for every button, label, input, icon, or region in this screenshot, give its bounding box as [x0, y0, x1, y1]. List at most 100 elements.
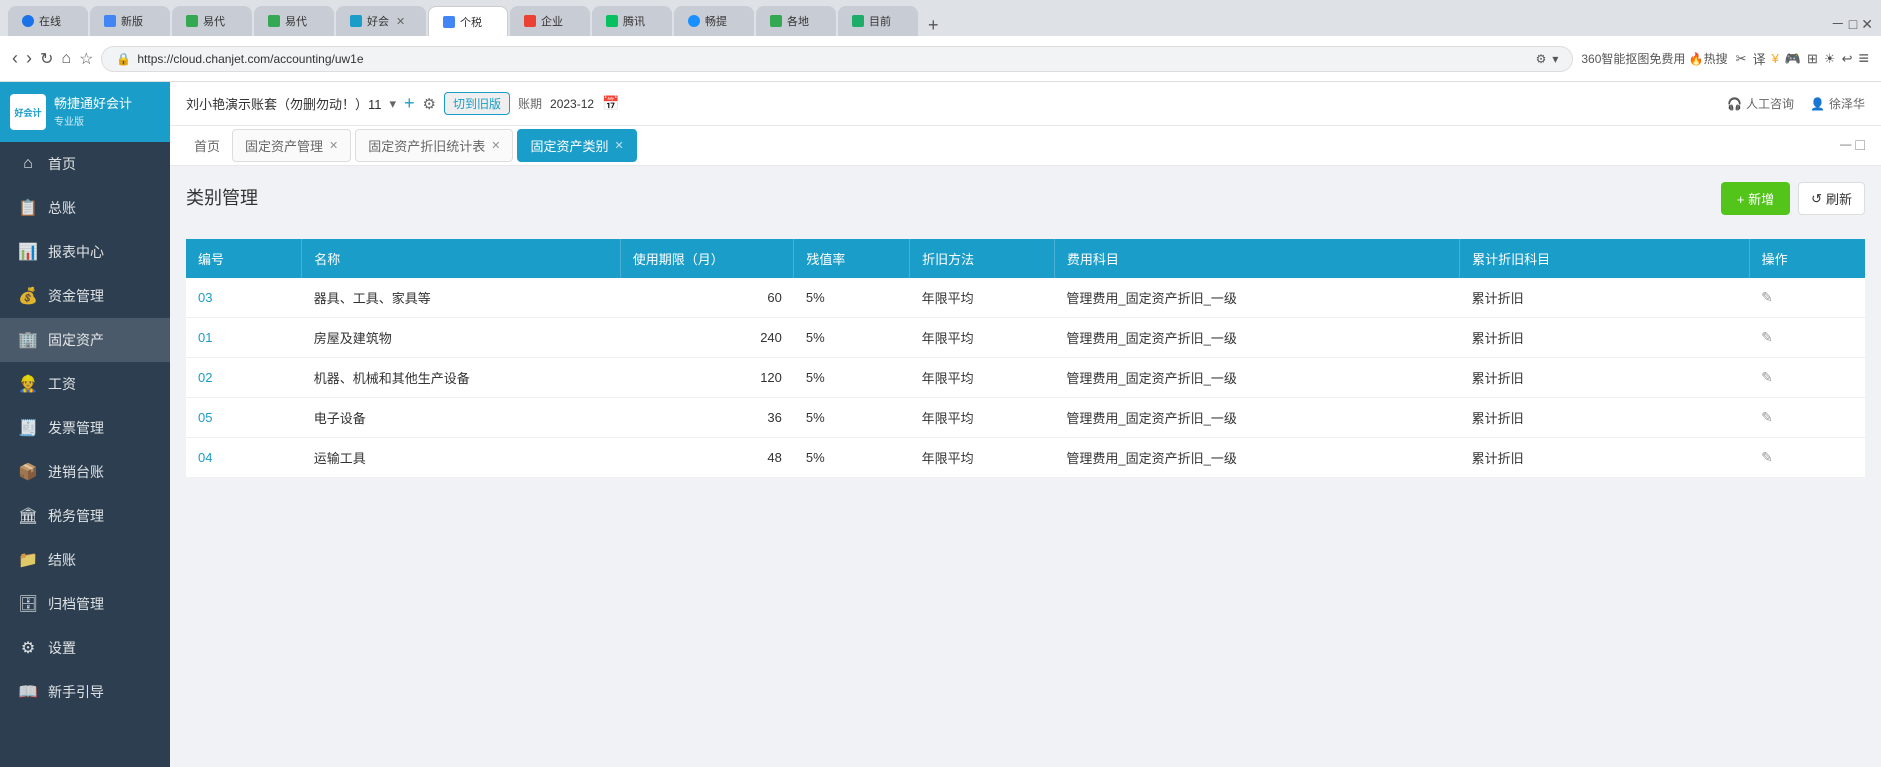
sidebar-item-archive[interactable]: 🗄 归档管理 — [0, 582, 170, 626]
browser-tab-changti[interactable]: 畅提 — [674, 6, 754, 36]
invoice-icon: 🧾 — [18, 418, 38, 438]
cell-rate: 5% — [794, 398, 910, 438]
address-input[interactable] — [137, 52, 1529, 66]
cell-method: 年限平均 — [910, 398, 1055, 438]
nav-back[interactable]: ‹ — [12, 48, 18, 69]
sidebar-item-general[interactable]: 📋 总账 — [0, 186, 170, 230]
browser-tab-qiye[interactable]: 企业 — [510, 6, 590, 36]
edit-btn-2[interactable]: ✎ — [1761, 369, 1773, 385]
tab-close-management[interactable]: ✕ — [329, 139, 338, 152]
browser-tab-haohui[interactable]: 好会 ✕ — [336, 6, 426, 36]
edit-btn-0[interactable]: ✎ — [1761, 289, 1773, 305]
wallet-icon[interactable]: ¥ — [1772, 51, 1779, 66]
window-close[interactable]: ✕ — [1861, 16, 1873, 33]
grid-icon[interactable]: ⊞ — [1807, 51, 1818, 67]
window-minimize[interactable]: － — [1831, 14, 1845, 34]
chart-icon: 📊 — [18, 242, 38, 262]
support-btn[interactable]: 🎧 人工咨询 — [1727, 95, 1794, 112]
browser-tab-mianqian[interactable]: 目前 — [838, 6, 918, 36]
secure-icon: 🔒 — [116, 52, 131, 66]
tab-close-category[interactable]: ✕ — [615, 139, 624, 152]
nav-bookmark[interactable]: ☆ — [79, 49, 93, 69]
cell-method: 年限平均 — [910, 278, 1055, 318]
col-header-action: 操作 — [1749, 239, 1865, 278]
site-info-icon[interactable]: ⚙ — [1536, 52, 1547, 66]
translate-icon[interactable]: 译 — [1753, 49, 1766, 68]
brightness-icon[interactable]: ☀ — [1824, 51, 1836, 67]
edit-btn-1[interactable]: ✎ — [1761, 329, 1773, 345]
cell-accum: 累计折旧 — [1460, 318, 1749, 358]
nav-home[interactable]: ⌂ — [61, 50, 71, 68]
browser-tab-gedi[interactable]: 各地 — [756, 6, 836, 36]
add-account-btn[interactable]: + — [404, 93, 415, 114]
browser-tab-yidai2[interactable]: 易代 — [254, 6, 334, 36]
browser-tab-zaixin[interactable]: 在线 — [8, 6, 88, 36]
nav-forward[interactable]: › — [26, 48, 32, 69]
cell-method: 年限平均 — [910, 318, 1055, 358]
sidebar-item-settings[interactable]: ⚙ 设置 — [0, 626, 170, 670]
maximize-panel-btn[interactable]: □ — [1855, 137, 1865, 155]
add-category-btn[interactable]: + 新增 — [1721, 182, 1790, 215]
col-header-name: 名称 — [302, 239, 620, 278]
browser-tab-tengxun[interactable]: 腾讯 — [592, 6, 672, 36]
user-info[interactable]: 👤 徐泽华 — [1810, 95, 1865, 112]
expand-icon[interactable]: ▾ — [1552, 52, 1558, 66]
tab-fixed-asset-management[interactable]: 固定资产管理 ✕ — [232, 129, 351, 162]
menu-icon[interactable]: ≡ — [1858, 48, 1869, 69]
edit-btn-3[interactable]: ✎ — [1761, 409, 1773, 425]
sidebar-item-closing[interactable]: 📁 结账 — [0, 538, 170, 582]
undo-icon[interactable]: ↩ — [1842, 51, 1853, 67]
cell-action: ✎ — [1749, 358, 1865, 398]
sidebar-item-label-general: 总账 — [48, 198, 76, 218]
calendar-icon[interactable]: 📅 — [602, 95, 619, 112]
browser-tab-geshu[interactable]: 个税 — [428, 6, 508, 36]
edit-btn-4[interactable]: ✎ — [1761, 449, 1773, 465]
tab-close-haohui[interactable]: ✕ — [396, 15, 405, 28]
minimize-panel-btn[interactable]: ─ — [1840, 137, 1851, 155]
dropdown-icon[interactable]: ▾ — [390, 96, 397, 112]
refresh-btn[interactable]: ↺ 刷新 — [1798, 182, 1865, 215]
sidebar: 好会计 畅捷通好会计 专业版 ⌂ 首页 📋 总账 📊 报表中心 💰 资金管理 🏢… — [0, 82, 170, 767]
sidebar-item-home[interactable]: ⌂ 首页 — [0, 142, 170, 186]
browser-tab-yidai1[interactable]: 易代 — [172, 6, 252, 36]
tab-fixed-asset-stats[interactable]: 固定资产折旧统计表 ✕ — [355, 129, 513, 162]
col-header-code: 编号 — [186, 239, 302, 278]
stock-icon: 📦 — [18, 462, 38, 482]
tab-close-stats[interactable]: ✕ — [491, 139, 500, 152]
game-icon[interactable]: 🎮 — [1785, 51, 1801, 67]
payroll-icon: 👷 — [18, 374, 38, 394]
table-row: 01 房屋及建筑物 240 5% 年限平均 管理费用_固定资产折旧_一级 累计折… — [186, 318, 1865, 358]
logo-text: 畅捷通好会计 — [54, 96, 132, 113]
cell-expense: 管理费用_固定资产折旧_一级 — [1054, 438, 1459, 478]
cell-code: 02 — [186, 358, 302, 398]
sidebar-item-guide[interactable]: 📖 新手引导 — [0, 670, 170, 714]
sidebar-item-invoice[interactable]: 🧾 发票管理 — [0, 406, 170, 450]
new-tab-button[interactable]: + — [920, 15, 947, 36]
sidebar-item-report[interactable]: 📊 报表中心 — [0, 230, 170, 274]
browser-tab-xinban[interactable]: 新版 — [90, 6, 170, 36]
sidebar-item-stock[interactable]: 📦 进销台账 — [0, 450, 170, 494]
sidebar-item-label-asset: 固定资产 — [48, 330, 104, 350]
period-label: 账期 — [518, 95, 542, 112]
username: 徐泽华 — [1829, 95, 1865, 112]
settings-account-btn[interactable]: ⚙ — [423, 95, 436, 113]
cut-icon[interactable]: ✂ — [1736, 51, 1747, 67]
col-header-expense: 费用科目 — [1054, 239, 1459, 278]
switch-version-btn[interactable]: 切到旧版 — [444, 92, 510, 115]
logo-sub: 专业版 — [54, 113, 132, 128]
nav-refresh[interactable]: ↻ — [40, 49, 53, 69]
cell-rate: 5% — [794, 278, 910, 318]
sidebar-item-tax[interactable]: 🏛 税务管理 — [0, 494, 170, 538]
tab-fixed-asset-category[interactable]: 固定资产类别 ✕ — [517, 129, 636, 162]
sidebar-item-fixed-asset[interactable]: 🏢 固定资产 — [0, 318, 170, 362]
cell-action: ✎ — [1749, 438, 1865, 478]
table-row: 02 机器、机械和其他生产设备 120 5% 年限平均 管理费用_固定资产折旧_… — [186, 358, 1865, 398]
window-maximize[interactable]: □ — [1849, 16, 1857, 32]
cell-months: 60 — [620, 278, 794, 318]
sidebar-item-fund[interactable]: 💰 资金管理 — [0, 274, 170, 318]
sidebar-item-payroll[interactable]: 👷 工资 — [0, 362, 170, 406]
breadcrumb-home[interactable]: 首页 — [186, 128, 228, 163]
cell-method: 年限平均 — [910, 358, 1055, 398]
category-table: 编号 名称 使用期限（月） 残值率 折旧方法 费用科目 累计折旧科目 操作 03… — [186, 239, 1865, 478]
cell-rate: 5% — [794, 438, 910, 478]
